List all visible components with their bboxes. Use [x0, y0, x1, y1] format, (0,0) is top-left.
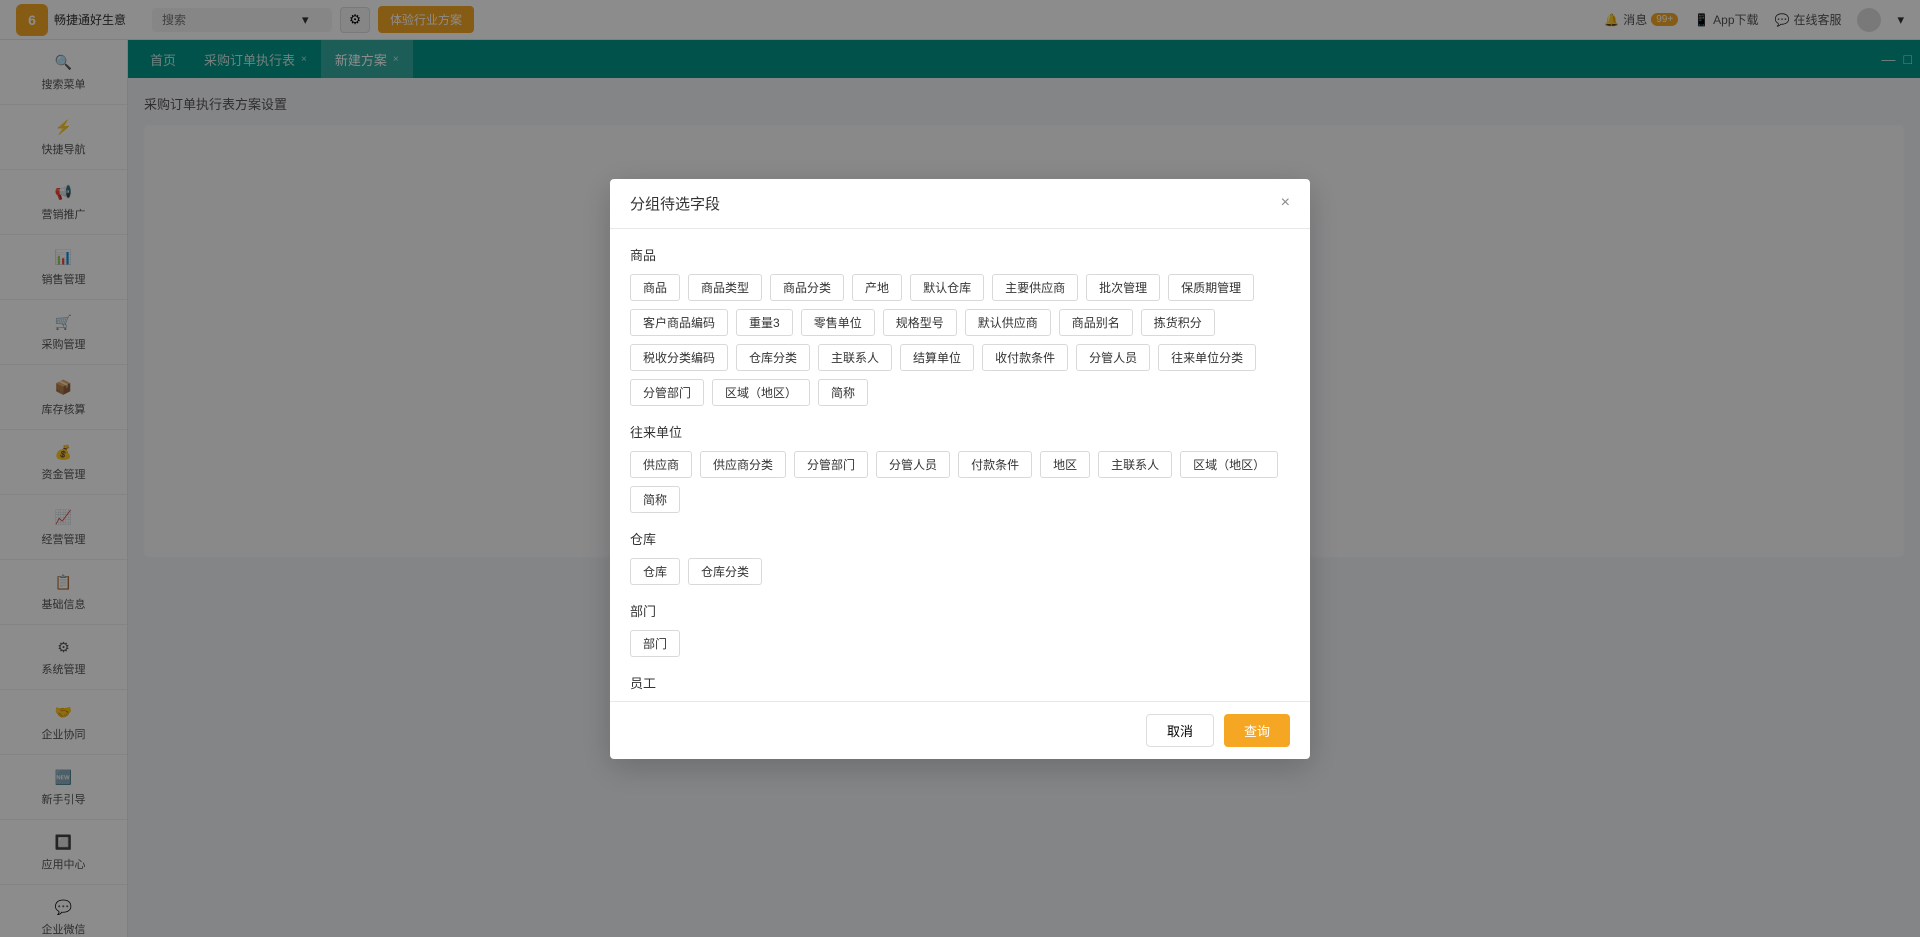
cancel-button[interactable]: 取消: [1146, 714, 1214, 747]
modal-header: 分组待选字段 ×: [610, 179, 1310, 229]
field-tag[interactable]: 地区: [1040, 451, 1090, 478]
field-tag[interactable]: 默认仓库: [910, 274, 984, 301]
field-group-title-warehouse: 仓库: [630, 529, 1290, 548]
modal-body: 商品 商品 商品类型 商品分类 产地 默认仓库 主要供应商 批次管理 保质期管理…: [610, 229, 1310, 701]
modal: 分组待选字段 × 商品 商品 商品类型 商品分类 产地 默认仓库 主要供应商 批…: [610, 179, 1310, 759]
field-tag[interactable]: 商品: [630, 274, 680, 301]
field-tag[interactable]: 分管部门: [794, 451, 868, 478]
field-list-warehouse: 仓库 仓库分类: [630, 558, 1290, 585]
field-tag[interactable]: 主要供应商: [992, 274, 1078, 301]
field-tag[interactable]: 规格型号: [883, 309, 957, 336]
field-tag[interactable]: 产地: [852, 274, 902, 301]
modal-footer: 取消 查询: [610, 701, 1310, 759]
field-tag[interactable]: 部门: [630, 630, 680, 657]
field-tag[interactable]: 拣货积分: [1141, 309, 1215, 336]
field-tag[interactable]: 供应商: [630, 451, 692, 478]
field-tag[interactable]: 供应商分类: [700, 451, 786, 478]
field-tag[interactable]: 批次管理: [1086, 274, 1160, 301]
field-group-goods: 商品 商品 商品类型 商品分类 产地 默认仓库 主要供应商 批次管理 保质期管理…: [630, 245, 1290, 406]
field-tag[interactable]: 主联系人: [818, 344, 892, 371]
field-list-partner: 供应商 供应商分类 分管部门 分管人员 付款条件 地区 主联系人 区域（地区） …: [630, 451, 1290, 513]
field-tag[interactable]: 简称: [630, 486, 680, 513]
field-tag[interactable]: 商品类型: [688, 274, 762, 301]
field-group-staff: 员工 业务员: [630, 673, 1290, 701]
field-tag[interactable]: 仓库分类: [688, 558, 762, 585]
field-tag[interactable]: 分管人员: [876, 451, 950, 478]
field-tag[interactable]: 保质期管理: [1168, 274, 1254, 301]
field-list-goods: 商品 商品类型 商品分类 产地 默认仓库 主要供应商 批次管理 保质期管理 客户…: [630, 274, 1290, 406]
field-tag[interactable]: 主联系人: [1098, 451, 1172, 478]
field-tag[interactable]: 重量3: [736, 309, 793, 336]
field-group-department: 部门 部门: [630, 601, 1290, 657]
field-tag[interactable]: 简称: [818, 379, 868, 406]
field-tag[interactable]: 分管部门: [630, 379, 704, 406]
field-tag[interactable]: 结算单位: [900, 344, 974, 371]
field-tag[interactable]: 付款条件: [958, 451, 1032, 478]
field-tag[interactable]: 商品别名: [1059, 309, 1133, 336]
field-tag[interactable]: 商品分类: [770, 274, 844, 301]
field-tag[interactable]: 默认供应商: [965, 309, 1051, 336]
field-tag[interactable]: 分管人员: [1076, 344, 1150, 371]
field-list-department: 部门: [630, 630, 1290, 657]
field-tag[interactable]: 往来单位分类: [1158, 344, 1256, 371]
field-tag[interactable]: 仓库分类: [736, 344, 810, 371]
field-group-title-staff: 员工: [630, 673, 1290, 692]
field-tag[interactable]: 税收分类编码: [630, 344, 728, 371]
modal-close-button[interactable]: ×: [1281, 194, 1290, 212]
modal-title: 分组待选字段: [630, 193, 720, 214]
field-group-partner: 往来单位 供应商 供应商分类 分管部门 分管人员 付款条件 地区 主联系人 区域…: [630, 422, 1290, 513]
modal-overlay: 分组待选字段 × 商品 商品 商品类型 商品分类 产地 默认仓库 主要供应商 批…: [0, 0, 1920, 937]
field-group-title-partner: 往来单位: [630, 422, 1290, 441]
confirm-button[interactable]: 查询: [1224, 714, 1290, 747]
field-tag[interactable]: 仓库: [630, 558, 680, 585]
field-tag[interactable]: 区域（地区）: [712, 379, 810, 406]
field-tag[interactable]: 零售单位: [801, 309, 875, 336]
field-group-title-department: 部门: [630, 601, 1290, 620]
field-tag[interactable]: 区域（地区）: [1180, 451, 1278, 478]
field-group-title-goods: 商品: [630, 245, 1290, 264]
field-tag[interactable]: 收付款条件: [982, 344, 1068, 371]
field-group-warehouse: 仓库 仓库 仓库分类: [630, 529, 1290, 585]
field-tag[interactable]: 客户商品编码: [630, 309, 728, 336]
